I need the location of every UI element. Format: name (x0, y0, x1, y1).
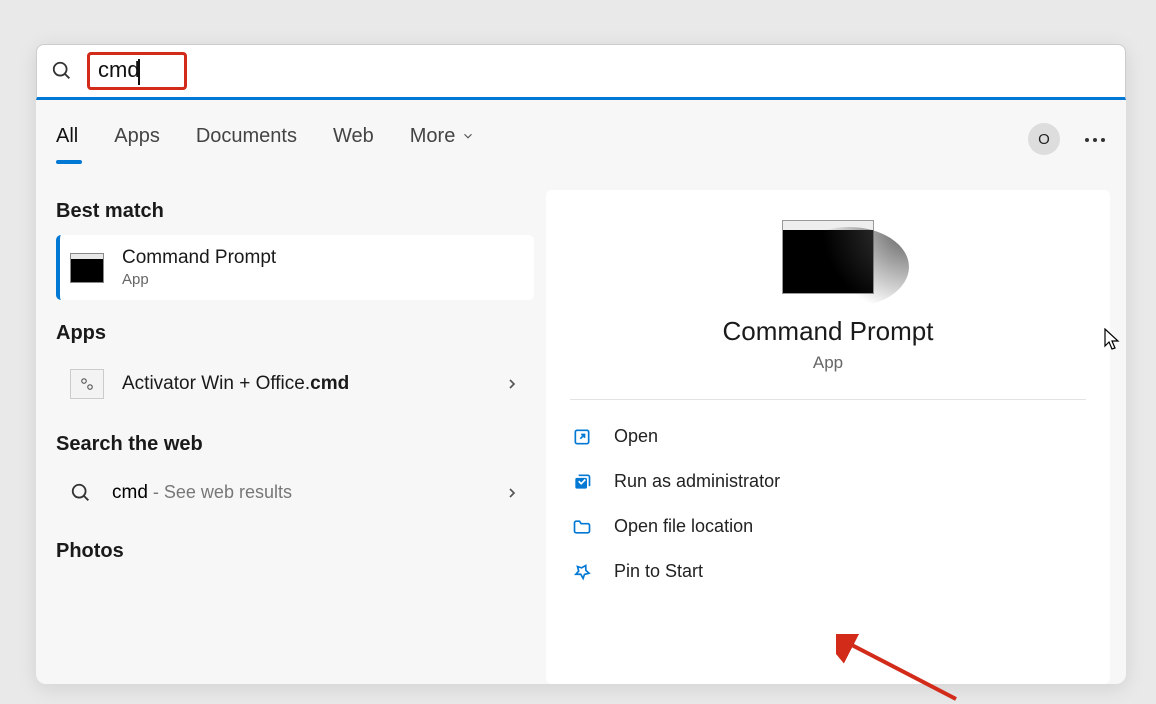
cmd-icon (70, 253, 104, 283)
search-highlight-box: cmd (87, 52, 187, 91)
tab-apps[interactable]: Apps (114, 125, 160, 154)
result-activator[interactable]: Activator Win + Office.cmd (56, 357, 534, 411)
tab-more-label: More (410, 125, 456, 148)
action-label: Pin to Start (614, 561, 703, 582)
more-options-button[interactable] (1084, 130, 1106, 148)
start-search-panel: cmd All Apps Documents Web More O Best m… (36, 44, 1126, 684)
section-search-web: Search the web (56, 433, 534, 456)
results-body: Best match Command Prompt App Apps Activ… (36, 178, 1126, 684)
tab-more[interactable]: More (410, 125, 476, 154)
chevron-down-icon (461, 129, 475, 143)
filter-tabs: All Apps Documents Web More O (36, 100, 1126, 178)
search-icon (70, 482, 92, 504)
app-actions: Open Run as administrator Open file loca… (570, 400, 1086, 608)
result-web-search[interactable]: cmd - See web results (56, 468, 534, 518)
results-left-column: Best match Command Prompt App Apps Activ… (56, 178, 546, 684)
action-label: Open file location (614, 516, 753, 537)
action-run-as-admin[interactable]: Run as administrator (570, 459, 1086, 504)
chevron-right-icon (504, 485, 520, 501)
search-bar: cmd (36, 44, 1126, 100)
tab-documents[interactable]: Documents (196, 125, 297, 154)
app-title: Command Prompt (723, 316, 934, 347)
action-open-location[interactable]: Open file location (570, 504, 1086, 549)
action-open[interactable]: Open (570, 414, 1086, 459)
action-pin-to-start[interactable]: Pin to Start (570, 549, 1086, 594)
text-cursor (138, 59, 140, 85)
web-query: cmd (112, 482, 148, 503)
settings-file-icon (70, 369, 104, 399)
details-panel: Command Prompt App Open Run as administr… (546, 190, 1110, 684)
chevron-right-icon (504, 376, 520, 392)
app-preview: Command Prompt App (570, 220, 1086, 400)
tab-web[interactable]: Web (333, 125, 374, 154)
section-photos: Photos (56, 540, 534, 563)
result-title-bold: cmd (310, 373, 349, 394)
result-title: Command Prompt (122, 247, 276, 269)
section-best-match: Best match (56, 200, 534, 223)
action-label: Open (614, 426, 658, 447)
search-icon (51, 60, 73, 82)
tab-all[interactable]: All (56, 125, 78, 154)
user-avatar[interactable]: O (1028, 123, 1060, 155)
action-label: Run as administrator (614, 471, 780, 492)
web-hint: - See web results (148, 482, 292, 502)
result-title-prefix: Activator Win + Office. (122, 373, 310, 394)
cmd-icon-large (782, 220, 874, 294)
search-input[interactable]: cmd (98, 57, 140, 82)
result-subtitle: App (122, 271, 276, 288)
section-apps: Apps (56, 322, 534, 345)
app-subtitle: App (813, 353, 843, 373)
result-command-prompt[interactable]: Command Prompt App (56, 235, 534, 300)
